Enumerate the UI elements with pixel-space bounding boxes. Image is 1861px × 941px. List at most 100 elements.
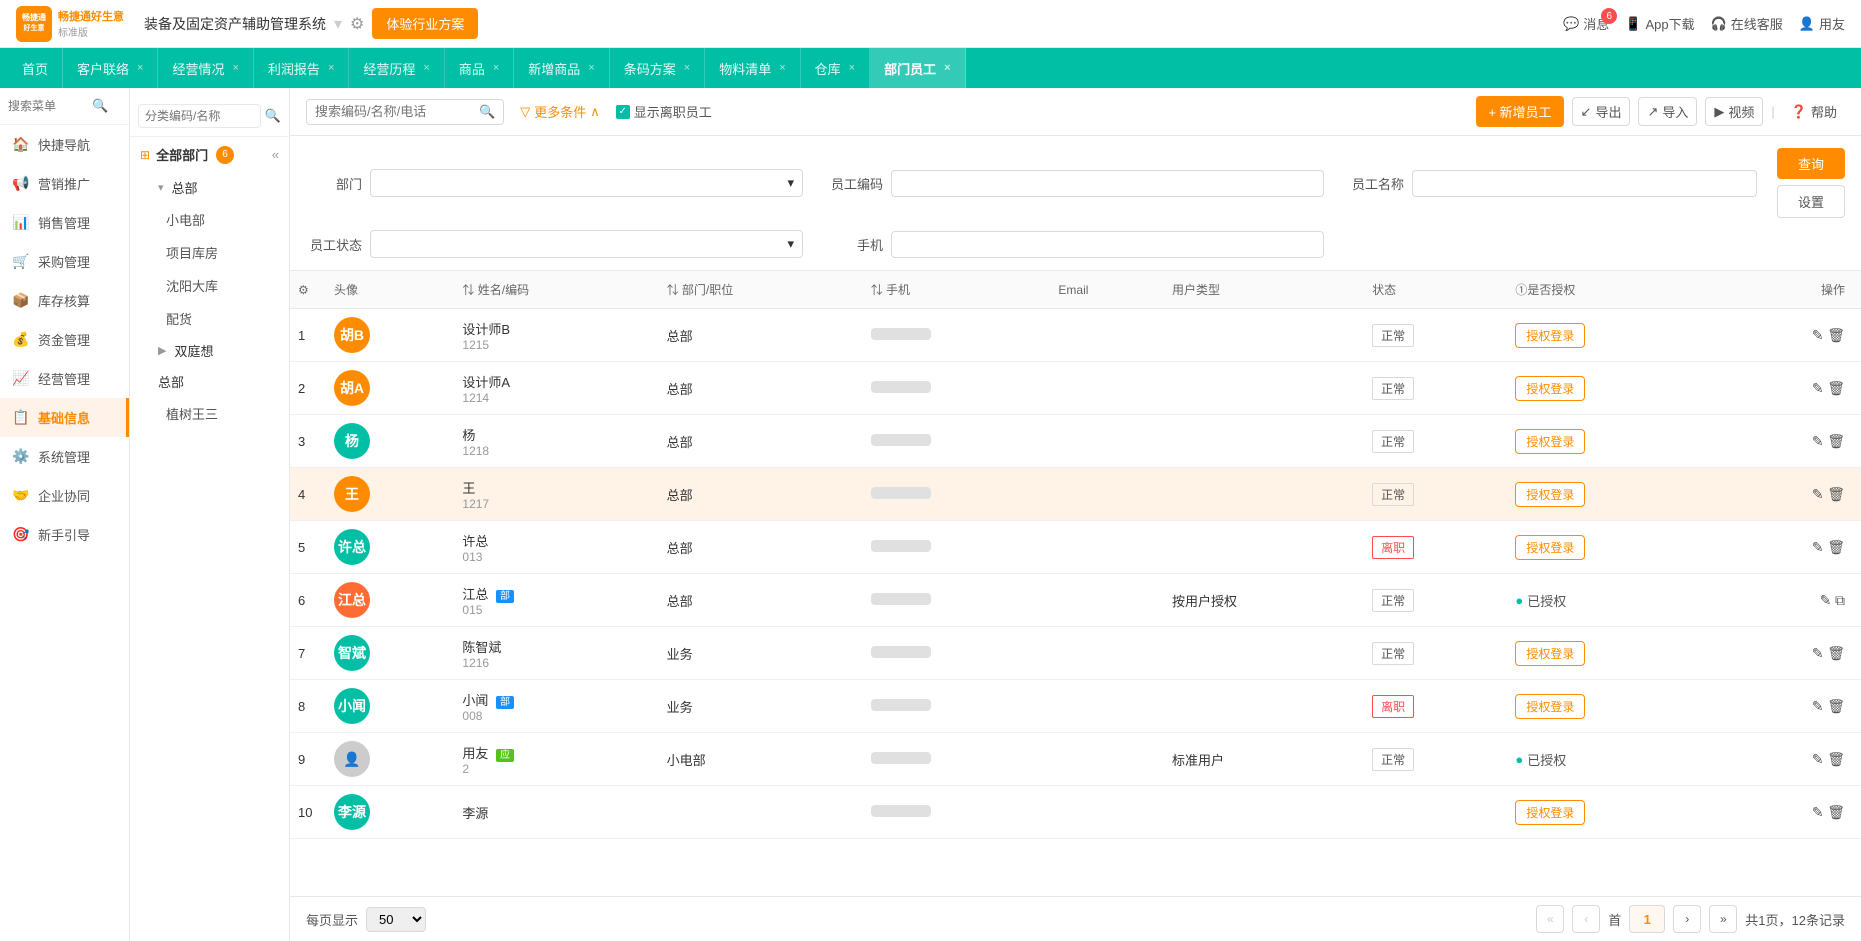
edit-icon[interactable]: ✎ <box>1812 539 1824 555</box>
sidebar-item-inventory[interactable]: 📦 库存核算 <box>0 281 129 320</box>
add-employee-button[interactable]: + 新增员工 <box>1476 96 1563 127</box>
set-button[interactable]: 设置 <box>1777 185 1845 218</box>
show-resigned-toggle[interactable]: ✓ 显示离职员工 <box>616 102 712 121</box>
sidebar-item-purchase[interactable]: 🛒 采购管理 <box>0 242 129 281</box>
sidebar-item-collaboration[interactable]: 🤝 企业协同 <box>0 476 129 515</box>
delete-icon[interactable]: 🗑 <box>1827 380 1845 396</box>
tab-goods[interactable]: 商品 × <box>445 48 514 88</box>
more-filters-button[interactable]: ▽ 更多条件 ∧ <box>512 98 608 125</box>
next-page-button[interactable]: › <box>1673 905 1701 933</box>
user-action[interactable]: 👤 用友 <box>1799 14 1845 33</box>
auth-login-button[interactable]: 授权登录 <box>1515 482 1585 507</box>
dept-item-peihu[interactable]: 配货 <box>146 302 289 335</box>
sidebar-item-guide[interactable]: 🎯 新手引导 <box>0 515 129 554</box>
edit-icon[interactable]: ✎ <box>1812 751 1824 767</box>
edit-icon[interactable]: ✎ <box>1812 804 1824 820</box>
per-page-select[interactable]: 50 20 100 <box>366 907 426 932</box>
all-dept-header[interactable]: ⊞ 全部部门 6 « <box>130 137 289 172</box>
edit-icon[interactable]: ✎ <box>1812 698 1824 714</box>
dept-item-xiaodianbu[interactable]: 小电部 <box>146 203 289 236</box>
auth-login-button[interactable]: 授权登录 <box>1515 641 1585 666</box>
auth-login-button[interactable]: 授权登录 <box>1515 535 1585 560</box>
query-button[interactable]: 查询 <box>1777 148 1845 179</box>
edit-icon[interactable]: ✎ <box>1812 486 1824 502</box>
settings-icon[interactable]: ⚙ <box>350 14 364 34</box>
edit-icon[interactable]: ✎ <box>1812 433 1824 449</box>
sidebar-item-operations[interactable]: 📈 经营管理 <box>0 359 129 398</box>
help-button[interactable]: ❓ 帮助 <box>1783 98 1845 125</box>
auth-login-button[interactable]: 授权登录 <box>1515 800 1585 825</box>
tab-bom[interactable]: 物料清单 × <box>705 48 800 88</box>
tab-customer[interactable]: 客户联络 × <box>63 48 158 88</box>
delete-icon[interactable]: 🗑 <box>1827 751 1845 767</box>
delete-icon[interactable]: 🗑 <box>1827 645 1845 661</box>
delete-icon[interactable]: 🗑 <box>1827 433 1845 449</box>
tab-barcode[interactable]: 条码方案 × <box>610 48 705 88</box>
dept-item-zhishu[interactable]: 植树王三 <box>146 397 289 430</box>
sidebar-item-sales[interactable]: 📊 销售管理 <box>0 203 129 242</box>
tab-warehouse[interactable]: 仓库 × <box>801 48 870 88</box>
delete-icon[interactable]: 🗑 <box>1827 539 1845 555</box>
sidebar-search-icon[interactable]: 🔍 <box>92 98 108 114</box>
empcode-filter-input[interactable] <box>891 170 1324 197</box>
delete-icon[interactable]: 🗑 <box>1827 698 1845 714</box>
view-button[interactable]: ▶ 视频 <box>1705 97 1763 126</box>
tab-dept-employee[interactable]: 部门员工 × <box>870 48 965 88</box>
auth-login-button[interactable]: 授权登录 <box>1515 429 1585 454</box>
sidebar-item-quicknav[interactable]: 🏠 快捷导航 <box>0 125 129 164</box>
auth-login-button[interactable]: 授权登录 <box>1515 323 1585 348</box>
dept-group-shuangting[interactable]: ▶双庭想 <box>146 335 289 366</box>
tab-profit[interactable]: 利润报告 × <box>254 48 349 88</box>
edit-icon[interactable]: ✎ <box>1820 592 1832 608</box>
phone-filter-input[interactable] <box>891 231 1324 258</box>
dropdown-arrow-icon[interactable]: ▾ <box>334 14 342 34</box>
sidebar-item-finance[interactable]: 💰 资金管理 <box>0 320 129 359</box>
col-name[interactable]: ⇅ 姓名/编码 <box>454 271 658 309</box>
last-page-button[interactable]: » <box>1709 905 1737 933</box>
edit-icon[interactable]: ✎ <box>1812 380 1824 396</box>
dept-filter-select[interactable]: ▾ <box>370 169 803 197</box>
status-badge: 正常 <box>1372 324 1414 347</box>
col-dept[interactable]: ⇅ 部门/职位 <box>659 271 863 309</box>
edit-icon[interactable]: ✎ <box>1812 645 1824 661</box>
col-settings[interactable]: ⚙ <box>290 271 326 309</box>
cell-dept: 总部 <box>659 362 863 415</box>
sidebar-item-label: 库存核算 <box>38 291 90 310</box>
empstatus-filter-select[interactable]: ▾ <box>370 230 803 258</box>
auth-login-button[interactable]: 授权登录 <box>1515 694 1585 719</box>
edit-icon[interactable]: ✎ <box>1812 327 1824 343</box>
col-phone[interactable]: ⇅ 手机 <box>863 271 1051 309</box>
tab-home[interactable]: 首页 <box>8 48 63 88</box>
sidebar-item-system[interactable]: ⚙️ 系统管理 <box>0 437 129 476</box>
guide-icon: 🎯 <box>12 526 30 544</box>
collapse-dept-icon[interactable]: « <box>272 147 279 162</box>
tab-operation[interactable]: 经营情况 × <box>158 48 253 88</box>
delete-icon[interactable]: 🗑 <box>1827 486 1845 502</box>
delete-icon[interactable]: 🗑 <box>1827 327 1845 343</box>
empname-filter-input[interactable] <box>1412 170 1757 197</box>
message-action[interactable]: 💬 消息 6 <box>1563 14 1609 33</box>
tab-history[interactable]: 经营历程 × <box>349 48 444 88</box>
dept-search-input[interactable] <box>138 104 261 128</box>
dept-item-project[interactable]: 项目库房 <box>146 236 289 269</box>
sidebar-item-basic[interactable]: 📋 基础信息 <box>0 398 129 437</box>
sidebar-search-input[interactable] <box>8 99 88 113</box>
dept-group-zongbu[interactable]: ▾总部 <box>146 172 289 203</box>
search-icon[interactable]: 🔍 <box>479 104 495 120</box>
export-button[interactable]: ↙ 导出 <box>1572 97 1631 126</box>
tab-add-goods[interactable]: 新增商品 × <box>514 48 609 88</box>
dept-item-shenyang[interactable]: 沈阳大库 <box>146 269 289 302</box>
prev-page-button[interactable]: ‹ <box>1572 905 1600 933</box>
delete-icon[interactable]: 🗑 <box>1827 804 1845 820</box>
trial-button[interactable]: 体验行业方案 <box>372 8 478 39</box>
import-button[interactable]: ↗ 导入 <box>1638 97 1697 126</box>
employee-search-input[interactable] <box>315 104 475 119</box>
online-service-action[interactable]: 🎧 在线客服 <box>1711 14 1783 33</box>
first-page-button[interactable]: « <box>1536 905 1564 933</box>
dept-search-icon[interactable]: 🔍 <box>265 108 281 124</box>
app-download-action[interactable]: 📱 App下载 <box>1625 14 1694 33</box>
copy-icon[interactable]: ⧉ <box>1835 592 1845 608</box>
auth-login-button[interactable]: 授权登录 <box>1515 376 1585 401</box>
sidebar-item-marketing[interactable]: 📢 营销推广 <box>0 164 129 203</box>
dept-group-zongbu2[interactable]: 总部 <box>146 366 289 397</box>
